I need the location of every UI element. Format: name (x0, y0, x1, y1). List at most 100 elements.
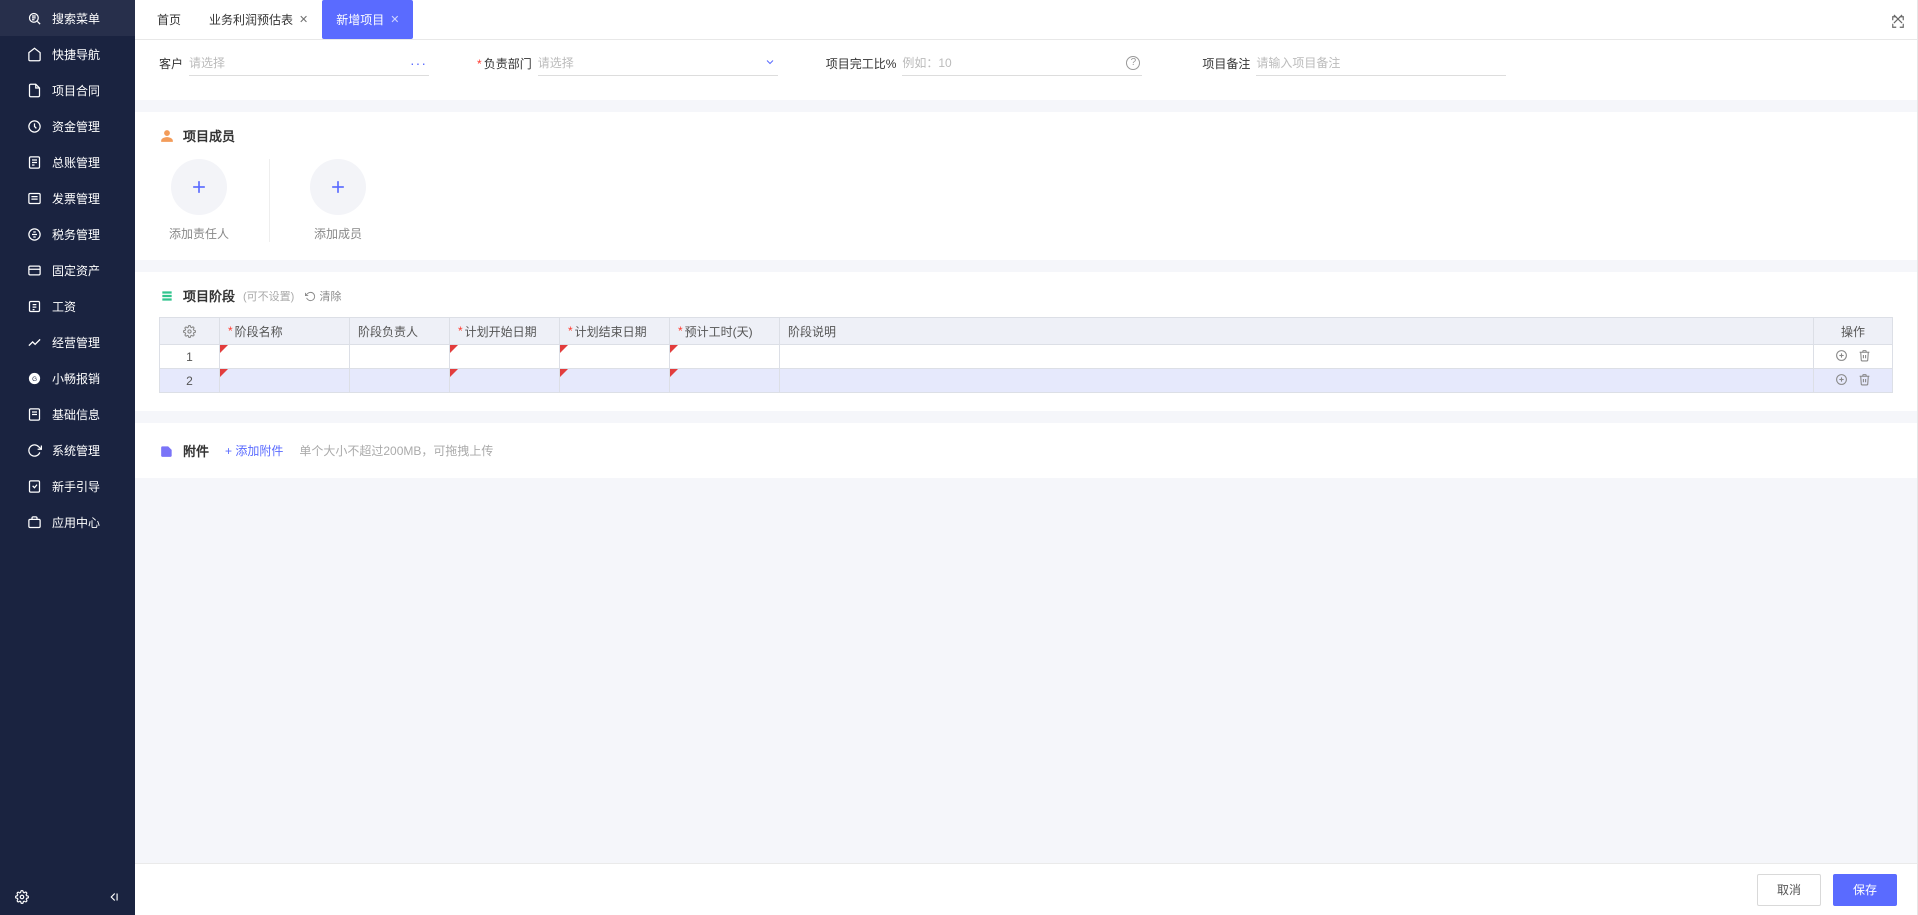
cancel-button[interactable]: 取消 (1757, 874, 1821, 906)
delete-row-icon[interactable] (1858, 373, 1871, 389)
sidebar-item-label: 搜索菜单 (52, 10, 100, 27)
add-row-icon[interactable] (1835, 373, 1848, 389)
sidebar: 搜索菜单快捷导航项目合同资金管理总账管理发票管理税务管理固定资产工资经营管理 G 小… (0, 0, 135, 915)
tab[interactable]: 新增项目✕ (322, 0, 413, 39)
tab[interactable]: 首页 (143, 0, 195, 39)
sidebar-item-tax[interactable]: 税务管理 (0, 216, 135, 252)
sidebar-item-invoice[interactable]: 发票管理 (0, 180, 135, 216)
add-attachment-button[interactable]: + 添加附件 (225, 442, 283, 459)
close-icon[interactable]: ✕ (299, 13, 308, 26)
add-member-label: 添加成员 (314, 225, 362, 242)
sidebar-item-search[interactable]: 搜索菜单 (0, 0, 135, 36)
sidebar-item-file[interactable]: 项目合同 (0, 72, 135, 108)
customer-input[interactable] (189, 56, 429, 70)
sidebar-item-label: 总账管理 (52, 154, 100, 171)
complete-input[interactable] (902, 56, 1142, 70)
stages-icon (159, 288, 175, 304)
sidebar-item-reimburse[interactable]: G 小畅报销 (0, 360, 135, 396)
home-icon (26, 46, 42, 62)
delete-row-icon[interactable] (1858, 349, 1871, 365)
sidebar-item-biz[interactable]: 经营管理 (0, 324, 135, 360)
tab-label: 首页 (157, 11, 181, 28)
gauge-icon (26, 118, 42, 134)
sidebar-item-system[interactable]: 系统管理 (0, 432, 135, 468)
customer-label: 客户 (159, 55, 183, 72)
sidebar-item-info[interactable]: 基础信息 (0, 396, 135, 432)
add-member-col: 添加成员 (269, 159, 366, 242)
settings-icon[interactable] (14, 889, 30, 905)
help-icon[interactable]: ? (1126, 56, 1140, 70)
table-row[interactable]: 1 (160, 344, 1813, 368)
cell-start[interactable] (450, 369, 560, 392)
system-icon (26, 442, 42, 458)
cell-hours[interactable] (670, 369, 780, 392)
sidebar-item-label: 基础信息 (52, 406, 100, 423)
field-department: *负责部门 (477, 50, 778, 76)
sidebar-item-asset[interactable]: 固定资产 (0, 252, 135, 288)
save-button[interactable]: 保存 (1833, 874, 1897, 906)
info-icon (26, 406, 42, 422)
cell-desc[interactable] (780, 369, 1813, 392)
sidebar-item-ledger[interactable]: 总账管理 (0, 144, 135, 180)
sidebar-item-home[interactable]: 快捷导航 (0, 36, 135, 72)
add-responsible-button[interactable] (171, 159, 227, 215)
th-end: 计划结束日期 (575, 323, 647, 340)
svg-text:G: G (32, 376, 37, 383)
content-area: 客户 ··· *负责部门 (135, 40, 1917, 915)
table-row[interactable]: 2 (160, 368, 1813, 392)
remark-input[interactable] (1256, 56, 1506, 70)
table-row-op (1814, 344, 1892, 368)
members-icon (159, 128, 175, 144)
field-customer: 客户 ··· (159, 50, 429, 76)
sidebar-item-salary[interactable]: 工资 (0, 288, 135, 324)
biz-icon (26, 334, 42, 350)
cell-end[interactable] (560, 345, 670, 368)
th-hours: 预计工时(天) (685, 323, 753, 340)
add-row-icon[interactable] (1835, 349, 1848, 365)
cell-end[interactable] (560, 369, 670, 392)
th-start: 计划开始日期 (465, 323, 537, 340)
sidebar-bottom (0, 879, 135, 915)
sidebar-item-apps[interactable]: 应用中心 (0, 504, 135, 540)
members-title: 项目成员 (183, 126, 235, 145)
cell-desc[interactable] (780, 345, 1813, 368)
cell-name[interactable] (220, 345, 350, 368)
th-op: 操作 (1841, 323, 1865, 340)
stage-settings-header[interactable] (160, 318, 220, 344)
sidebar-item-label: 新手引导 (52, 478, 100, 495)
stage-table: *阶段名称 阶段负责人 *计划开始日期 *计划结束日期 *预计工时(天) 阶段说… (159, 317, 1893, 393)
department-label: 负责部门 (484, 57, 532, 71)
sidebar-item-label: 项目合同 (52, 82, 100, 99)
cell-hours[interactable] (670, 345, 780, 368)
department-input[interactable] (538, 56, 778, 70)
th-owner: 阶段负责人 (358, 323, 418, 340)
close-icon[interactable]: ✕ (390, 13, 399, 26)
tax-icon (26, 226, 42, 242)
add-responsible-col: 添加责任人 (169, 159, 229, 242)
sidebar-item-label: 发票管理 (52, 190, 100, 207)
remark-label: 项目备注 (1202, 55, 1250, 72)
add-member-button[interactable] (310, 159, 366, 215)
reimburse-icon: G (26, 370, 42, 386)
sidebar-item-label: 系统管理 (52, 442, 100, 459)
more-icon[interactable]: ··· (410, 55, 427, 71)
chevron-down-icon[interactable] (764, 55, 776, 71)
collapse-icon[interactable] (105, 889, 121, 905)
sidebar-item-gauge[interactable]: 资金管理 (0, 108, 135, 144)
complete-label: 项目完工比% (826, 55, 897, 72)
sidebar-item-label: 资金管理 (52, 118, 100, 135)
sidebar-item-guide[interactable]: 新手引导 (0, 468, 135, 504)
file-icon (26, 82, 42, 98)
cell-owner[interactable] (350, 345, 450, 368)
bottom-spacer (135, 478, 1917, 855)
salary-icon (26, 298, 42, 314)
fullscreen-icon[interactable] (1886, 10, 1910, 34)
cell-owner[interactable] (350, 369, 450, 392)
cell-name[interactable] (220, 369, 350, 392)
cell-start[interactable] (450, 345, 560, 368)
stages-clear-button[interactable]: 清除 (305, 291, 341, 303)
sidebar-item-label: 小畅报销 (52, 370, 100, 387)
tab[interactable]: 业务利润预估表✕ (195, 0, 322, 39)
row-index: 2 (160, 369, 220, 392)
field-complete: 项目完工比% ? (826, 50, 1143, 76)
